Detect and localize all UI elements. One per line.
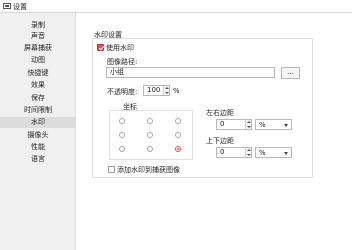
image-path-label: 图像路径: [107,58,138,66]
tb-margin-unit: % [259,149,266,157]
opacity-spinbox[interactable]: 100 [143,85,170,96]
sidebar-item-time-limit[interactable]: 时间限制 [0,105,76,116]
opacity-spin-arrows-icon[interactable] [163,86,169,95]
lr-margin-unit: % [259,121,266,129]
use-watermark-checkbox[interactable] [97,44,104,51]
position-bottom-left-radio[interactable] [119,146,125,152]
lr-margin-spin-arrows-icon[interactable] [245,120,251,129]
tb-margin-unit-dropdown[interactable]: % [255,147,292,158]
sidebar-item-language[interactable]: 语言 [0,154,76,165]
lr-margin-value: 0 [220,120,225,128]
image-path-input[interactable]: 小组 [106,67,275,78]
position-middle-left-radio[interactable] [119,132,125,138]
tb-margin-spinbox[interactable]: 0 [216,147,252,158]
add-to-screenshot-label: 添加水印到捕获图像 [117,166,180,174]
settings-sidebar: 录制 声音 屏幕捕获 动图 快捷键 效果 保存 时间限制 水印 摄像头 性能 语… [0,13,76,250]
sidebar-item-hotkeys[interactable]: 快捷键 [0,68,76,79]
sidebar-item-gif[interactable]: 动图 [0,55,76,66]
title-bar: 设置 [0,0,352,13]
sidebar-item-screen-capture[interactable]: 屏幕捕获 [0,43,76,54]
position-top-left-radio[interactable] [119,118,125,124]
window-title: 设置 [13,3,27,11]
add-to-screenshot-checkbox[interactable] [108,166,115,173]
chevron-down-icon [284,152,288,155]
position-center-radio[interactable] [147,132,153,138]
sidebar-item-camera[interactable]: 摄像头 [0,130,76,141]
sidebar-item-sound[interactable]: 声音 [0,31,76,42]
opacity-value: 100 [147,86,161,94]
sidebar-item-record[interactable]: 录制 [0,20,76,31]
chevron-down-icon [284,124,288,127]
position-top-right-radio[interactable] [175,118,181,124]
position-top-center-radio[interactable] [147,118,153,124]
tb-margin-value: 0 [220,148,225,156]
app-window-icon [3,3,11,9]
browse-button[interactable]: ... [281,67,300,79]
sidebar-item-effects[interactable]: 效果 [0,80,76,91]
opacity-label: 不透明度: [107,88,138,96]
position-bottom-right-radio[interactable] [175,146,181,152]
sidebar-item-performance[interactable]: 性能 [0,142,76,153]
lr-margin-unit-dropdown[interactable]: % [255,119,292,130]
tb-margin-label: 上下边距 [206,137,234,145]
opacity-unit: % [173,87,180,95]
lr-margin-spinbox[interactable]: 0 [216,119,252,130]
use-watermark-label: 使用水印 [106,44,134,52]
lr-margin-label: 左右边距 [206,109,234,117]
tb-margin-spin-arrows-icon[interactable] [245,148,251,157]
sidebar-item-save[interactable]: 保存 [0,93,76,104]
position-bottom-center-radio[interactable] [147,146,153,152]
sidebar-item-watermark[interactable]: 水印 [0,117,76,128]
position-middle-right-radio[interactable] [175,132,181,138]
